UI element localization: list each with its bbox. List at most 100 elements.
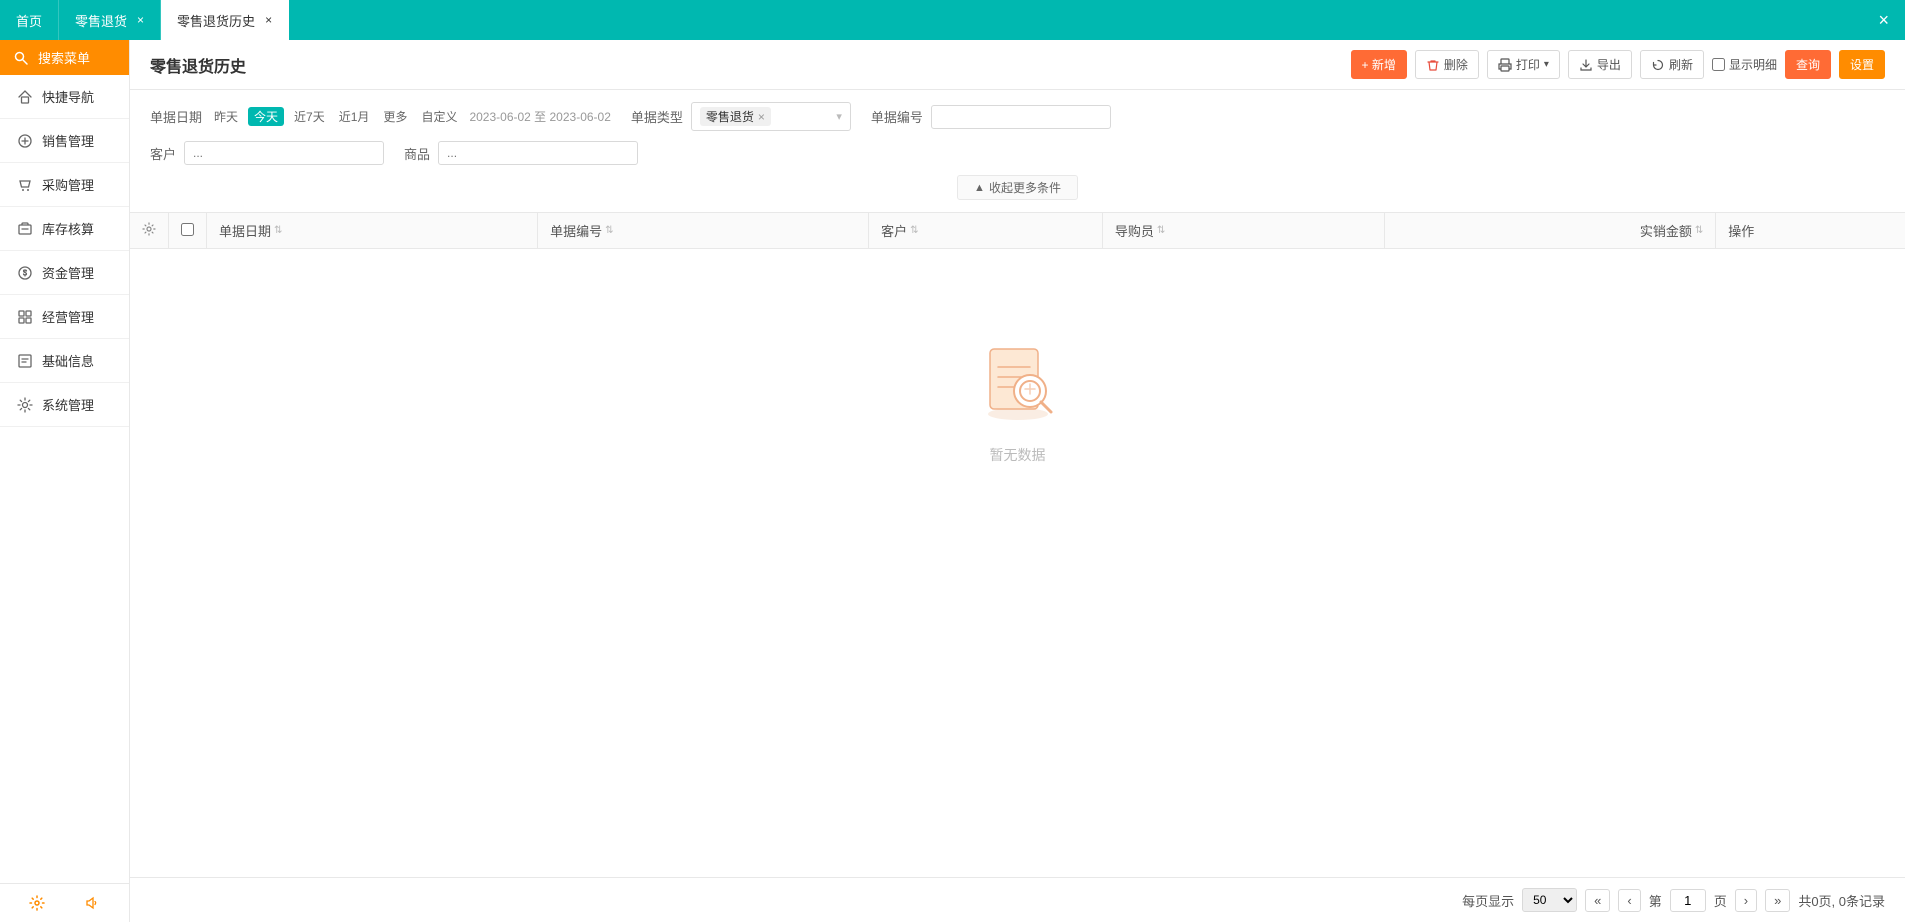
sidebar-item-system-mgmt-label: 系统管理 xyxy=(42,395,94,414)
table-area: 单据日期 ⇅ 单据编号 ⇅ 客户 xyxy=(130,213,1905,877)
th-no-sort[interactable]: 单据编号 ⇅ xyxy=(550,221,856,240)
next-page-button[interactable]: › xyxy=(1735,889,1757,912)
pagination: 每页显示 10 20 50 100 « ‹ 第 页 › » 共0页, 0条记录 xyxy=(130,877,1905,922)
inventory-icon xyxy=(16,220,34,238)
print-button[interactable]: 打印 ▾ xyxy=(1487,50,1560,79)
last-page-button[interactable]: » xyxy=(1765,889,1790,912)
tab-retail-return-history-close[interactable]: × xyxy=(265,13,272,27)
filter-doc-type-dropdown-icon: ▾ xyxy=(836,110,842,123)
filter-doc-type-tag: 零售退货 × xyxy=(700,107,771,126)
prev-page-button[interactable]: ‹ xyxy=(1618,889,1640,912)
first-page-button[interactable]: « xyxy=(1585,889,1610,912)
query-button[interactable]: 查询 xyxy=(1785,50,1831,79)
th-amount: 实销金额 ⇅ xyxy=(1385,213,1716,249)
per-page-select[interactable]: 10 20 50 100 xyxy=(1522,888,1577,912)
page-label: 页 xyxy=(1714,891,1727,910)
refresh-icon xyxy=(1651,58,1665,72)
filter-collapse-row: ▲ 收起更多条件 xyxy=(150,175,1885,200)
delete-button[interactable]: 删除 xyxy=(1415,50,1479,79)
th-date-sort[interactable]: 单据日期 ⇅ xyxy=(219,221,525,240)
tab-retail-return-history[interactable]: 零售退货历史 × xyxy=(161,0,289,40)
filter-doc-type-tag-close[interactable]: × xyxy=(758,110,765,124)
table-header-row: 单据日期 ⇅ 单据编号 ⇅ 客户 xyxy=(130,213,1905,249)
sidebar-item-finance[interactable]: 资金管理 xyxy=(0,251,129,295)
filter-doc-no: 单据编号 xyxy=(871,105,1111,129)
basic-info-icon xyxy=(16,352,34,370)
sidebar-item-operations[interactable]: 经营管理 xyxy=(0,295,129,339)
tab-retail-return-history-label: 零售退货历史 xyxy=(177,11,255,30)
sidebar-item-basic-info[interactable]: 基础信息 xyxy=(0,339,129,383)
settings-icon[interactable] xyxy=(28,894,46,912)
operations-icon xyxy=(16,308,34,326)
sidebar-item-quick-nav[interactable]: 快捷导航 xyxy=(0,75,129,119)
th-checkbox xyxy=(169,213,207,249)
empty-text: 暂无数据 xyxy=(990,445,1046,465)
th-action: 操作 xyxy=(1716,213,1905,249)
filter-customer-input[interactable] xyxy=(184,141,384,165)
filter-row-2: 客户 商品 xyxy=(150,141,1885,165)
sidebar-item-inventory[interactable]: 库存核算 xyxy=(0,207,129,251)
filter-date-label: 单据日期 xyxy=(150,107,202,126)
date-opt-today[interactable]: 今天 xyxy=(248,107,284,126)
tab-bar: 首页 零售退货 × 零售退货历史 × xyxy=(0,0,1862,40)
sort-icon-guide: ⇅ xyxy=(1157,225,1165,236)
th-setting xyxy=(130,213,169,249)
display-detail-toggle[interactable]: 显示明细 xyxy=(1712,56,1777,73)
filter-goods-input[interactable] xyxy=(438,141,638,165)
display-detail-checkbox[interactable] xyxy=(1712,58,1725,71)
window-close-button[interactable]: × xyxy=(1862,10,1905,31)
filter-doc-no-input[interactable] xyxy=(931,105,1111,129)
empty-row: 暂无数据 xyxy=(130,249,1905,546)
filter-customer-label: 客户 xyxy=(150,144,176,163)
tab-home[interactable]: 首页 xyxy=(0,0,59,40)
tab-home-label: 首页 xyxy=(16,11,42,30)
filter-customer: 客户 xyxy=(150,141,384,165)
sidebar-item-sales-mgmt[interactable]: 销售管理 xyxy=(0,119,129,163)
sidebar-search-label: 搜索菜单 xyxy=(38,48,90,67)
sidebar-item-quick-nav-label: 快捷导航 xyxy=(42,87,94,106)
speaker-icon[interactable] xyxy=(83,894,101,912)
data-table: 单据日期 ⇅ 单据编号 ⇅ 客户 xyxy=(130,213,1905,545)
sidebar-footer xyxy=(0,883,129,922)
sidebar-search[interactable]: 搜索菜单 xyxy=(0,40,129,75)
date-opt-yesterday[interactable]: 昨天 xyxy=(210,107,242,126)
filter-collapse-label: 收起更多条件 xyxy=(989,179,1061,196)
export-button[interactable]: 导出 xyxy=(1568,50,1632,79)
print-icon xyxy=(1498,58,1512,72)
setting-button[interactable]: 设置 xyxy=(1839,50,1885,79)
date-opt-7days[interactable]: 近7天 xyxy=(290,107,329,126)
new-button[interactable]: + 新增 xyxy=(1351,50,1407,79)
page-number-input[interactable] xyxy=(1670,889,1706,912)
tab-retail-return-close[interactable]: × xyxy=(137,13,144,27)
content-area: 零售退货历史 + 新增 删除 打印 ▾ xyxy=(130,40,1905,922)
refresh-button[interactable]: 刷新 xyxy=(1640,50,1704,79)
table-setting-icon[interactable] xyxy=(142,222,156,236)
date-opt-more[interactable]: 更多 xyxy=(379,107,411,126)
toolbar: + 新增 删除 打印 ▾ xyxy=(1351,50,1885,79)
th-amount-sort[interactable]: 实销金额 ⇅ xyxy=(1397,221,1703,240)
filter-doc-no-label: 单据编号 xyxy=(871,107,923,126)
filter-collapse-button[interactable]: ▲ 收起更多条件 xyxy=(957,175,1078,200)
select-all-checkbox[interactable] xyxy=(181,223,194,236)
filter-row-1: 单据日期 昨天 今天 近7天 近1月 更多 自定义 2023-06-02 至 2… xyxy=(150,102,1885,131)
sidebar-item-purchase-mgmt[interactable]: 采购管理 xyxy=(0,163,129,207)
filter-doc-type-select[interactable]: 零售退货 × ▾ xyxy=(691,102,851,131)
page-go-label: 第 xyxy=(1649,891,1662,910)
filter-doc-type-label: 单据类型 xyxy=(631,107,683,126)
search-icon xyxy=(12,49,30,67)
th-customer-sort[interactable]: 客户 ⇅ xyxy=(881,221,1090,240)
sidebar-item-system-mgmt[interactable]: 系统管理 xyxy=(0,383,129,427)
tab-retail-return[interactable]: 零售退货 × xyxy=(59,0,161,40)
page-title: 零售退货历史 xyxy=(150,53,246,77)
delete-icon xyxy=(1426,58,1440,72)
sidebar-item-basic-info-label: 基础信息 xyxy=(42,351,94,370)
total-info: 共0页, 0条记录 xyxy=(1798,891,1885,910)
date-opt-custom[interactable]: 自定义 xyxy=(417,107,461,126)
th-guide-sort[interactable]: 导购员 ⇅ xyxy=(1115,221,1372,240)
home-icon xyxy=(16,88,34,106)
page-header: 零售退货历史 + 新增 删除 打印 ▾ xyxy=(130,40,1905,90)
finance-icon xyxy=(16,264,34,282)
date-opt-1month[interactable]: 近1月 xyxy=(335,107,374,126)
sort-icon-customer: ⇅ xyxy=(910,225,918,236)
system-mgmt-icon xyxy=(16,396,34,414)
